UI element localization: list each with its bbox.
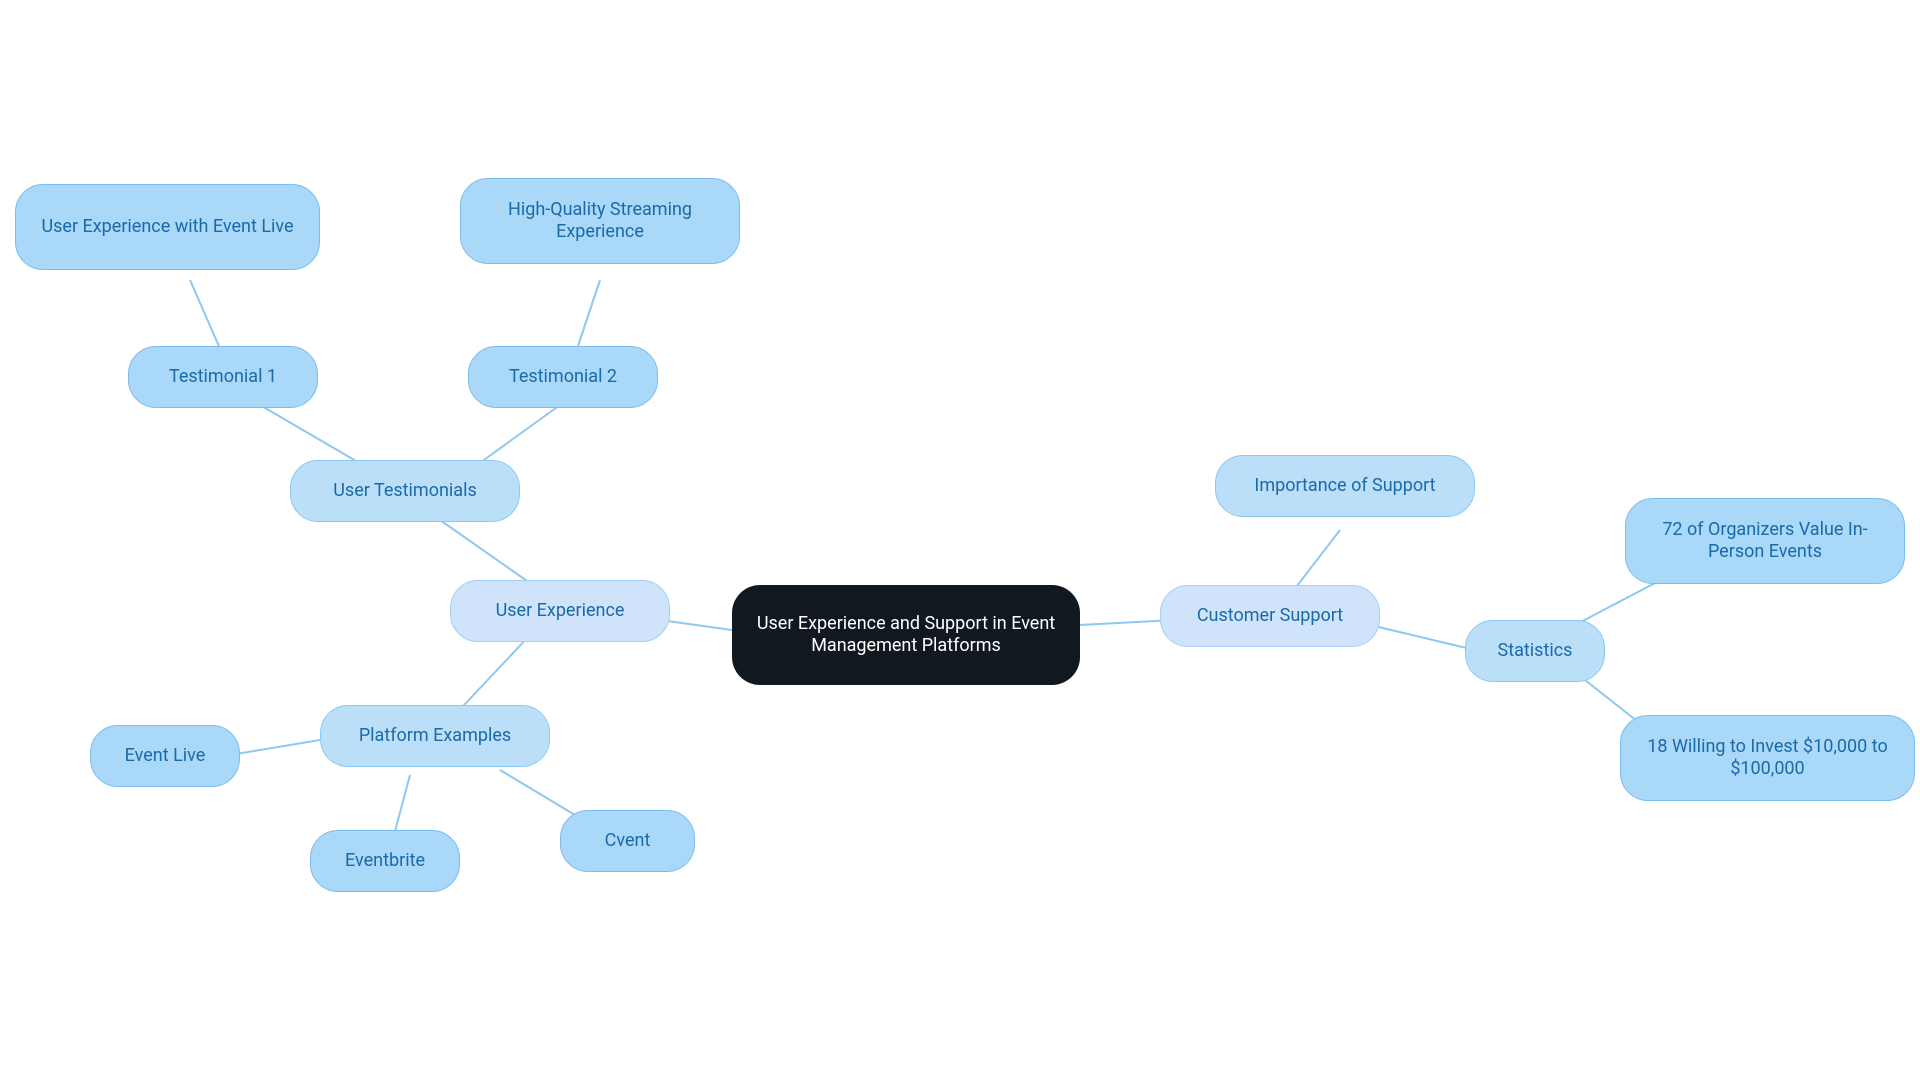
node-statistics[interactable]: Statistics (1465, 620, 1605, 682)
node-ux-event-live[interactable]: User Experience with Event Live (15, 184, 320, 270)
node-label: 72 of Organizers Value In-Person Events (1644, 519, 1886, 564)
edge (230, 740, 320, 755)
node-eventbrite[interactable]: Eventbrite (310, 830, 460, 892)
node-label: Cvent (605, 830, 651, 853)
node-user-testimonials[interactable]: User Testimonials (290, 460, 520, 522)
node-testimonial-1[interactable]: Testimonial 1 (128, 346, 318, 408)
node-label: User Experience with Event Live (41, 216, 293, 239)
node-label: Testimonial 2 (509, 366, 617, 389)
root-node[interactable]: User Experience and Support in Event Man… (732, 585, 1080, 685)
node-label: High-Quality Streaming Experience (479, 199, 721, 244)
edge (1370, 625, 1475, 650)
node-label: Statistics (1498, 640, 1573, 663)
edge (575, 280, 600, 355)
node-label: User Testimonials (333, 480, 477, 503)
root-label: User Experience and Support in Event Man… (750, 613, 1062, 658)
node-stat-72[interactable]: 72 of Organizers Value In-Person Events (1625, 498, 1905, 584)
mindmap-canvas: User Experience and Support in Event Man… (0, 0, 1920, 1083)
node-cvent[interactable]: Cvent (560, 810, 695, 872)
node-label: Testimonial 1 (169, 366, 277, 389)
node-event-live[interactable]: Event Live (90, 725, 240, 787)
node-label: User Experience (496, 600, 625, 623)
node-label: Eventbrite (345, 850, 425, 873)
node-hq-streaming[interactable]: High-Quality Streaming Experience (460, 178, 740, 264)
node-label: Platform Examples (359, 725, 511, 748)
node-testimonial-2[interactable]: Testimonial 2 (468, 346, 658, 408)
node-label: 18 Willing to Invest $10,000 to $100,000 (1639, 736, 1896, 781)
node-label: Importance of Support (1254, 475, 1435, 498)
node-platform-examples[interactable]: Platform Examples (320, 705, 550, 767)
node-label: Event Live (125, 745, 206, 768)
node-label: Customer Support (1197, 605, 1343, 628)
node-customer-support[interactable]: Customer Support (1160, 585, 1380, 647)
node-user-experience[interactable]: User Experience (450, 580, 670, 642)
node-importance-support[interactable]: Importance of Support (1215, 455, 1475, 517)
node-stat-18[interactable]: 18 Willing to Invest $10,000 to $100,000 (1620, 715, 1915, 801)
